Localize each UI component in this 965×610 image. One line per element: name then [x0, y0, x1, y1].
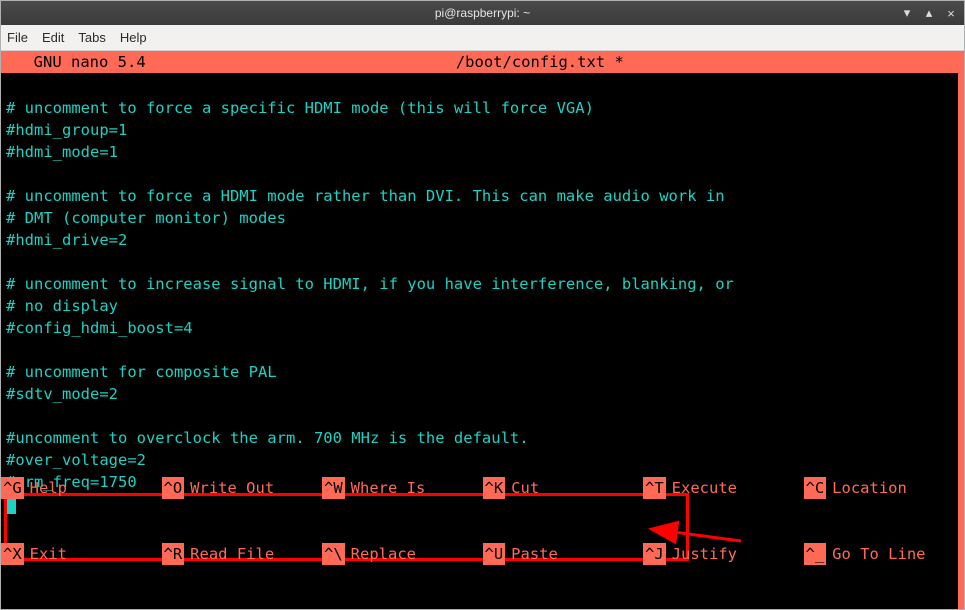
shortcut-item: ^UPaste [483, 543, 644, 565]
shortcut-key: ^T [643, 477, 666, 499]
shortcut-label: Justify [666, 543, 737, 565]
terminal-area[interactable]: GNU nano 5.4 /boot/config.txt * # uncomm… [1, 51, 964, 609]
menu-help[interactable]: Help [120, 30, 147, 45]
shortcut-key: ^O [162, 477, 185, 499]
shortcut-label: Paste [505, 543, 558, 565]
shortcut-item: ^\Replace [322, 543, 483, 565]
shortcut-item: ^_Go To Line [804, 543, 965, 565]
menu-edit[interactable]: Edit [42, 30, 64, 45]
shortcut-item: ^RRead File [162, 543, 323, 565]
menu-tabs[interactable]: Tabs [78, 30, 105, 45]
shortcut-key: ^\ [322, 543, 345, 565]
shortcut-key: ^C [804, 477, 827, 499]
nano-shortcuts: ^GHelp^OWrite Out^WWhere Is^KCut^TExecut… [1, 433, 964, 609]
file-content[interactable]: # uncomment to force a specific HDMI mod… [1, 73, 964, 493]
window-title: pi@raspberrypi: ~ [435, 6, 530, 20]
shortcut-item: ^KCut [483, 477, 644, 499]
shortcut-label: Exit [24, 543, 67, 565]
shortcut-item: ^XExit [1, 543, 162, 565]
titlebar[interactable]: pi@raspberrypi: ~ ▾ ▴ × [1, 1, 964, 25]
shortcut-label: Write Out [184, 477, 274, 499]
shortcut-label: Replace [345, 543, 416, 565]
shortcut-item: ^WWhere Is [322, 477, 483, 499]
shortcut-label: Cut [505, 477, 539, 499]
shortcut-label: Read File [184, 543, 274, 565]
shortcut-key: ^X [1, 543, 24, 565]
shortcut-key: ^U [483, 543, 506, 565]
shortcut-key: ^K [483, 477, 506, 499]
menubar: File Edit Tabs Help [1, 25, 964, 51]
shortcut-item: ^GHelp [1, 477, 162, 499]
nano-header: GNU nano 5.4 /boot/config.txt * [1, 51, 964, 73]
shortcut-key: ^J [643, 543, 666, 565]
maximize-icon[interactable]: ▴ [922, 5, 936, 21]
shortcut-label: Execute [666, 477, 737, 499]
minimize-icon[interactable]: ▾ [900, 5, 914, 21]
shortcut-label: Where Is [345, 477, 426, 499]
shortcut-label: Help [24, 477, 67, 499]
nano-app-name: GNU nano 5.4 [1, 51, 146, 73]
shortcut-item: ^OWrite Out [162, 477, 323, 499]
shortcut-key: ^R [162, 543, 185, 565]
window-controls: ▾ ▴ × [900, 1, 958, 25]
shortcut-label: Location [826, 477, 907, 499]
shortcut-label: Go To Line [826, 543, 925, 565]
shortcut-key: ^G [1, 477, 24, 499]
terminal-window: pi@raspberrypi: ~ ▾ ▴ × File Edit Tabs H… [0, 0, 965, 610]
nano-file-name: /boot/config.txt * [146, 51, 934, 73]
shortcut-item: ^CLocation [804, 477, 965, 499]
shortcut-item: ^JJustify [643, 543, 804, 565]
menu-file[interactable]: File [7, 30, 28, 45]
shortcut-key: ^_ [804, 543, 827, 565]
shortcut-item: ^TExecute [643, 477, 804, 499]
close-icon[interactable]: × [944, 6, 958, 21]
shortcut-key: ^W [322, 477, 345, 499]
